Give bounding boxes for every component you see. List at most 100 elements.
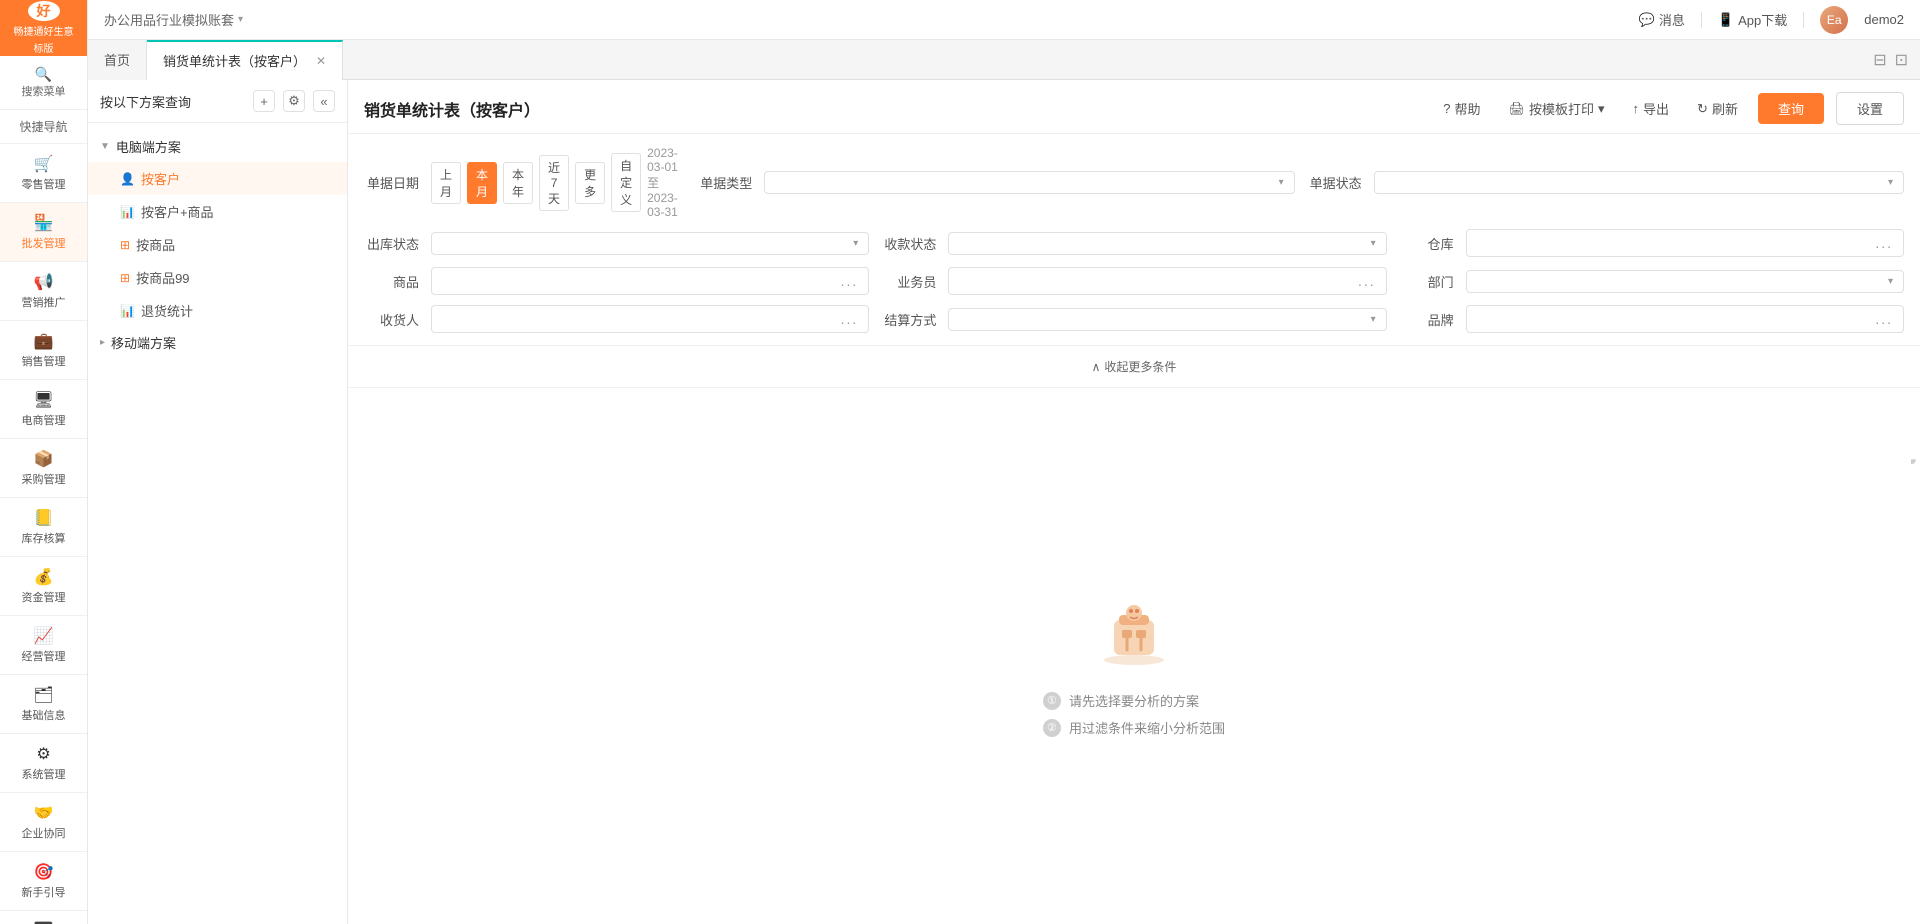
query-button[interactable]: 查询 [1758,93,1824,124]
collapse-panel-btn[interactable]: « [313,90,335,112]
doc-type-arrow: ▾ [1279,177,1284,188]
refresh-btn[interactable]: ↻ 刷新 [1689,95,1746,122]
settings-button[interactable]: 设置 [1836,92,1904,125]
account-selector[interactable]: 办公用品行业模拟账套 ▾ [104,10,243,29]
sidebar-item-retail[interactable]: 🛒 零售管理 ▸ [0,144,87,203]
sidebar-item-wholesale[interactable]: 🏪 批发管理 ▾ [0,203,87,262]
tree-item-by-product99[interactable]: ⊞ 按商品99 [88,261,347,294]
date-last7[interactable]: 近7天 [539,155,569,211]
brand-select[interactable]: ... [1466,305,1904,333]
main-area: 办公用品行业模拟账套 ▾ 💬 消息 📱 App下载 Ea demo2 首页 [88,0,1920,924]
help-btn[interactable]: ? 帮助 [1435,95,1488,122]
out-status-select[interactable]: ▾ [431,232,869,255]
sidebar-item-basics[interactable]: 🗂 基础信息 [0,675,87,734]
settings-scheme-btn[interactable]: ⚙ [283,90,305,112]
by-product99-icon: ⊞ [120,271,130,285]
logo-sub: 标版 [34,40,54,55]
empty-illustration [1084,575,1184,675]
brand-dots: ... [1875,311,1893,327]
purchase-label: 采购管理 [22,471,66,487]
out-status-label: 出库状态 [364,234,419,253]
date-this-month[interactable]: 本月 [467,162,497,204]
print-btn[interactable]: 🖨 按模板打印 ▾ [1500,95,1612,122]
tree-item-return-stats[interactable]: 📊 退货统计 [88,294,347,327]
app-download-btn[interactable]: 📱 App下载 [1718,10,1787,29]
user-avatar[interactable]: Ea [1820,6,1848,34]
sidebar-item-finance[interactable]: 💰 资金管理 [0,557,87,616]
receiver-dots: ... [841,311,859,327]
collapse-bar: ∧ 收起更多条件 [348,346,1920,388]
tab-home[interactable]: 首页 [88,40,147,80]
sidebar-item-newbie[interactable]: 🎯 新手引导 [0,852,87,911]
enterprise-icon: 🤝 [34,803,54,823]
sidebar-item-enterprise[interactable]: 🤝 企业协同 [0,793,87,852]
collapse-more-btn[interactable]: ∧ 收起更多条件 [1076,354,1193,379]
customer-product-icon: 📊 [120,205,135,219]
tab-bar: 首页 销货单统计表（按客户） ✕ ⊟ ⊡ [88,40,1920,80]
ecommerce-icon: 🖥 [33,390,53,410]
by-customer-label: 按客户 [141,169,180,188]
refresh-label: 刷新 [1712,99,1738,118]
wholesale-label: 批发管理 [22,235,66,251]
pay-status-select[interactable]: ▾ [948,232,1386,255]
shortcut-nav[interactable]: 快捷导航 [0,110,87,144]
message-btn[interactable]: 💬 消息 [1639,10,1685,29]
sidebar-item-inventory[interactable]: 📒 库存核算 [0,498,87,557]
tree-mobile-arrow: ▸ [100,337,105,348]
empty-tip-2: ② 用过滤条件来缩小分析范围 [1043,718,1225,737]
enterprise-label: 企业协同 [22,825,66,841]
tab-sales-stats[interactable]: 销货单统计表（按客户） ✕ [147,40,343,80]
tab-close-icon[interactable]: ✕ [316,54,326,68]
right-main: 销货单统计表（按客户） ? 帮助 🖨 按模板打印 ▾ ↑ 导出 [348,80,1920,924]
receiver-select[interactable]: ... [431,305,869,333]
department-select[interactable]: ▾ [1466,270,1904,293]
date-this-year[interactable]: 本年 [503,162,533,204]
ecommerce-label: 电商管理 [22,412,66,428]
tab-minimize-icon[interactable]: ⊟ [1873,50,1886,70]
sidebar-item-app-center[interactable]: 🔲 应用中心 [0,911,87,924]
search-menu[interactable]: 🔍 搜索菜单 [0,56,87,110]
header-divider-1 [1701,12,1702,28]
tab-maximize-icon[interactable]: ⊡ [1895,50,1908,70]
salesperson-select[interactable]: ... [948,267,1386,295]
tree-desktop-parent[interactable]: ▼ 电脑端方案 [88,131,347,162]
by-product99-label: 按商品99 [136,268,189,287]
tree-mobile-parent[interactable]: ▸ 移动端方案 [88,327,347,358]
basics-label: 基础信息 [22,707,66,723]
warehouse-dots: ... [1875,235,1893,251]
sidebar-item-marketing[interactable]: 📢 营销推广 [0,262,87,321]
settle-select[interactable]: ▾ [948,308,1386,331]
help-icon: ? [1443,101,1450,116]
date-last-month[interactable]: 上月 [431,162,461,204]
date-more[interactable]: 更多 [575,162,605,204]
filter-row-1: 单据日期 上月 本月 本年 近7天 更多 自定义 2023-03-01 至 20… [364,146,1904,219]
tree-item-by-customer-product[interactable]: 📊 按客户+商品 [88,195,347,228]
tree-desktop-arrow: ▼ [100,141,110,152]
top-header: 办公用品行业模拟账套 ▾ 💬 消息 📱 App下载 Ea demo2 [88,0,1920,40]
sidebar-item-purchase[interactable]: 📦 采购管理 [0,439,87,498]
sidebar-item-ecommerce[interactable]: 🖥 电商管理 [0,380,87,439]
tip1-text: 请先选择要分析的方案 [1069,691,1199,710]
content-area: 按以下方案查询 + ⚙ « ▼ 电脑端方案 [88,80,1920,924]
collapse-icon: ∧ [1092,360,1101,374]
add-scheme-btn[interactable]: + [253,90,275,112]
receiver-label: 收货人 [364,310,419,329]
date-custom[interactable]: 自定义 [611,153,641,212]
left-panel-header: 按以下方案查询 + ⚙ « [88,80,347,123]
warehouse-select[interactable]: ... [1466,229,1904,257]
finance-label: 资金管理 [22,589,66,605]
out-status-arrow: ▾ [853,238,858,249]
export-btn[interactable]: ↑ 导出 [1625,95,1678,122]
user-name[interactable]: demo2 [1864,12,1904,27]
doc-type-select[interactable]: ▾ [764,171,1294,194]
tree-item-by-product[interactable]: ⊞ 按商品 [88,228,347,261]
tree-item-by-customer[interactable]: 👤 按客户 [88,162,347,195]
doc-status-select[interactable]: ▾ [1374,171,1904,194]
sidebar-item-sales[interactable]: 💼 销售管理 [0,321,87,380]
sidebar-item-system[interactable]: ⚙ 系统管理 [0,734,87,793]
product-select[interactable]: ... [431,267,869,295]
settings-scheme-icon: ⚙ [288,93,300,109]
left-panel-title: 按以下方案查询 [100,92,191,111]
warehouse-label: 仓库 [1399,234,1454,253]
sidebar-item-operations[interactable]: 📈 经营管理 [0,616,87,675]
